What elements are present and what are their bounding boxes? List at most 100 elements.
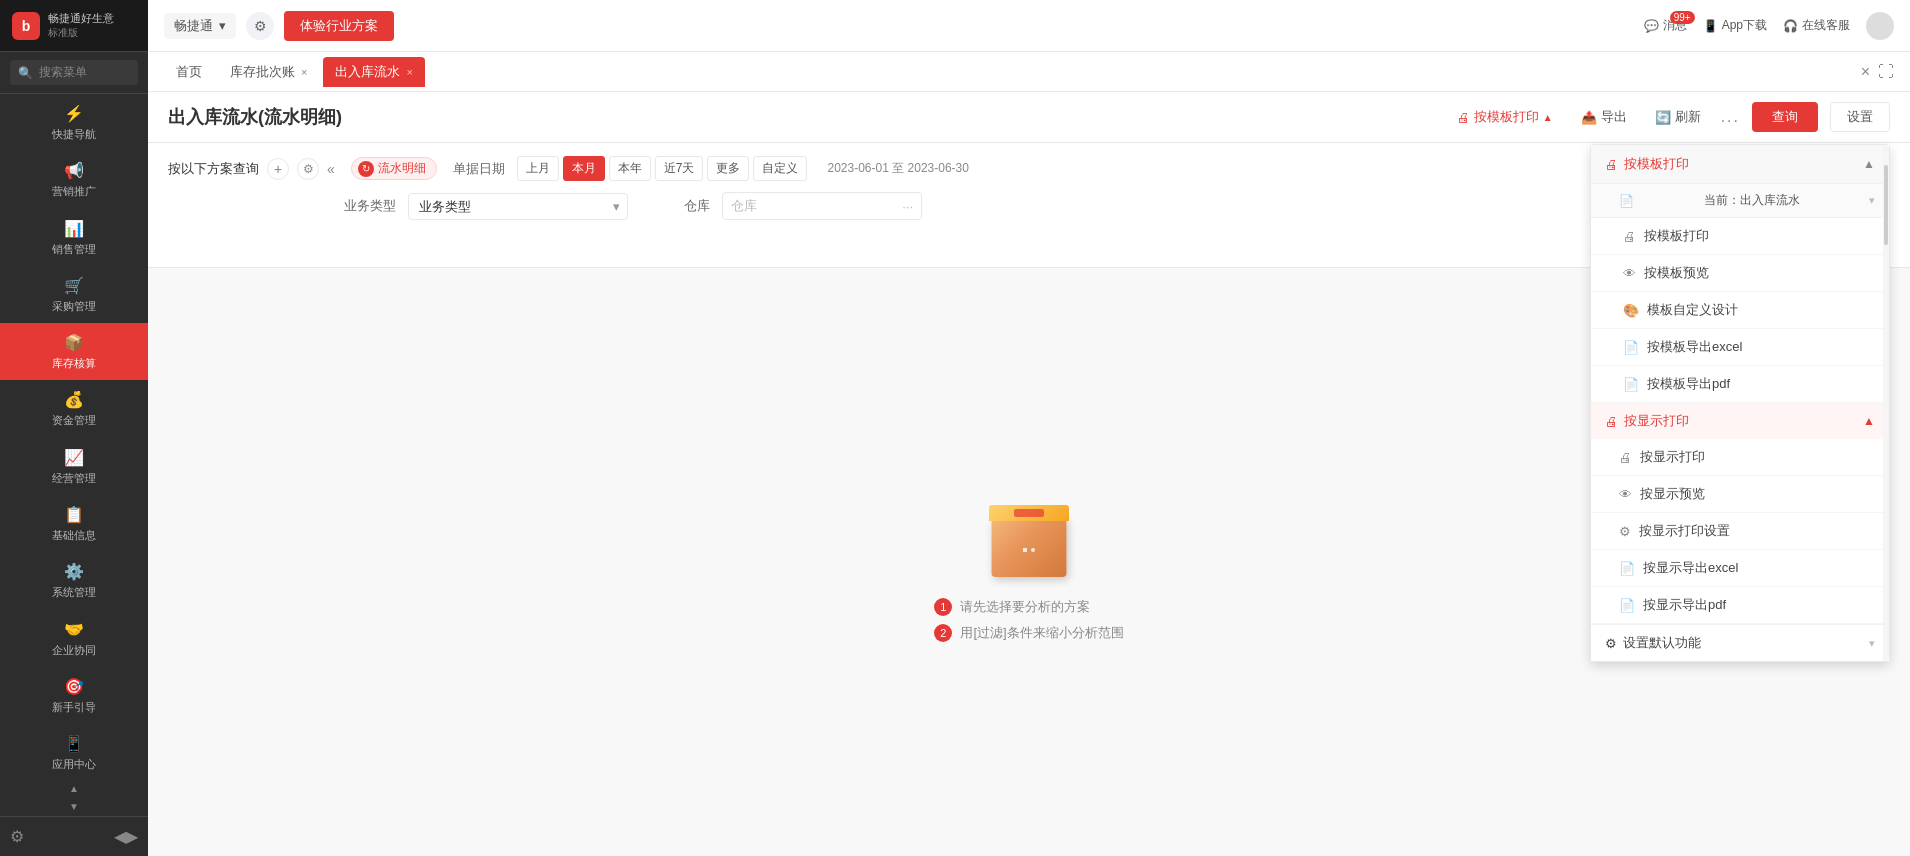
enterprise-icon: 🤝 [64, 620, 84, 639]
filter-date-this-month[interactable]: 本月 [563, 156, 605, 181]
message-icon: 💬 [1644, 19, 1659, 33]
tab-flow-label: 出入库流水 [335, 63, 400, 81]
page-content: 出入库流水(流水明细) 🖨 按模板打印 ▲ 📤 导出 🔄 刷新 ... 查询 设… [148, 92, 1910, 856]
dropdown-template-excel[interactable]: 📄 按模板导出excel [1591, 329, 1889, 366]
sidebar-item-sales[interactable]: 📊 销售管理 [0, 209, 148, 266]
dropdown-template-print[interactable]: 🖨 按模板打印 [1591, 218, 1889, 255]
print-btn[interactable]: 🖨 按模板打印 ▲ [1449, 104, 1561, 130]
dropdown-current-template[interactable]: 📄 当前：出入库流水 ▾ [1591, 184, 1889, 218]
tab-home[interactable]: 首页 [164, 57, 214, 87]
window-maximize-btn[interactable]: ⛶ [1878, 63, 1894, 81]
template-custom-icon: 🎨 [1623, 303, 1639, 318]
filter-date-last-month[interactable]: 上月 [517, 156, 559, 181]
sidebar-item-purchase-label: 采购管理 [52, 299, 96, 313]
tab-batch[interactable]: 库存批次账 × [218, 57, 319, 87]
dropdown-display-pdf[interactable]: 📄 按显示导出pdf [1591, 587, 1889, 624]
template-print-icon: 🖨 [1623, 229, 1636, 244]
sidebar-item-basic[interactable]: 📋 基础信息 [0, 495, 148, 552]
search-icon: 🔍 [18, 66, 33, 80]
sidebar-item-purchase[interactable]: 🛒 采购管理 [0, 266, 148, 323]
dropdown-template-custom[interactable]: 🎨 模板自定义设计 [1591, 292, 1889, 329]
collapse-icon[interactable]: ◀▶ [114, 827, 138, 846]
box-eye-left [1023, 548, 1027, 552]
warehouse-input[interactable]: 仓库 ··· [722, 192, 922, 220]
online-service-btn[interactable]: 🎧 在线客服 [1783, 17, 1850, 34]
dropdown-display-settings[interactable]: ⚙ 按显示打印设置 [1591, 513, 1889, 550]
sidebar-item-marketing-label: 营销推广 [52, 184, 96, 198]
sidebar-scroll-up[interactable]: ▲ [69, 784, 79, 794]
filter-tag-flow[interactable]: ↻ 流水明细 [351, 157, 437, 180]
filter-date-buttons: 上月 本月 本年 近7天 更多 自定义 [517, 156, 808, 181]
headset-icon: 🎧 [1783, 19, 1798, 33]
mobile-icon: 📱 [1703, 19, 1718, 33]
sidebar-item-enterprise[interactable]: 🤝 企业协同 [0, 610, 148, 667]
filter-add-btn[interactable]: + [267, 158, 289, 180]
refresh-icon: 🔄 [1655, 110, 1671, 125]
filter-date-custom[interactable]: 自定义 [753, 156, 807, 181]
dropdown-template-pdf[interactable]: 📄 按模板导出pdf [1591, 366, 1889, 403]
purchase-icon: 🛒 [64, 276, 84, 295]
dropdown-header-chevron[interactable]: ▲ [1863, 157, 1875, 171]
filter-date-more[interactable]: 更多 [707, 156, 749, 181]
empty-state: 1 请先选择要分析的方案 2 用[过滤]条件来缩小分析范围 [934, 482, 1123, 642]
tab-batch-close[interactable]: × [301, 66, 307, 78]
topbar-gear-btn[interactable]: ⚙ [246, 12, 274, 40]
window-close-btn[interactable]: × [1861, 63, 1870, 81]
user-avatar[interactable] [1866, 12, 1894, 40]
tab-flow[interactable]: 出入库流水 × [323, 57, 424, 87]
query-btn[interactable]: 查询 [1752, 102, 1818, 132]
dropdown-display-print[interactable]: 🖨 按显示打印 [1591, 439, 1889, 476]
sidebar-scroll-down[interactable]: ▼ [69, 802, 79, 812]
filter-date-this-year[interactable]: 本年 [609, 156, 651, 181]
sidebar-item-system-label: 系统管理 [52, 585, 96, 599]
message-btn[interactable]: 💬 消息 99+ [1644, 17, 1687, 34]
refresh-btn[interactable]: 🔄 刷新 [1647, 104, 1709, 130]
app-version: 标准版 [48, 26, 114, 40]
sidebar-item-finance[interactable]: 💰 资金管理 [0, 380, 148, 437]
sidebar-item-newbie[interactable]: 🎯 新手引导 [0, 667, 148, 724]
sidebar-item-inventory[interactable]: 📦 库存核算 [0, 323, 148, 380]
settings-icon[interactable]: ⚙ [10, 827, 24, 846]
dropdown-display-excel[interactable]: 📄 按显示导出excel [1591, 550, 1889, 587]
inventory-icon: 📦 [64, 333, 84, 352]
sidebar-item-appcenter[interactable]: 📱 应用中心 [0, 724, 148, 780]
filter-warehouse-area: 仓库 仓库 ··· [684, 192, 922, 220]
template-print-label: 按模板打印 [1644, 227, 1709, 245]
dropdown-scrollbar[interactable] [1883, 145, 1889, 661]
type-select[interactable]: 业务类型 [408, 193, 628, 220]
step-1-num: 1 [934, 598, 952, 616]
sidebar-item-quicknav[interactable]: ⚡ 快捷导航 [0, 94, 148, 151]
dropdown-display-preview[interactable]: 👁 按显示预览 [1591, 476, 1889, 513]
warehouse-placeholder: 仓库 [731, 197, 902, 215]
filter-gear-btn[interactable]: ⚙ [297, 158, 319, 180]
dropdown-template-preview[interactable]: 👁 按模板预览 [1591, 255, 1889, 292]
sidebar-item-operation[interactable]: 📈 经营管理 [0, 438, 148, 495]
export-btn[interactable]: 📤 导出 [1573, 104, 1635, 130]
dropdown-footer[interactable]: ⚙ 设置默认功能 ▾ [1591, 625, 1889, 661]
more-btn[interactable]: ... [1721, 108, 1740, 126]
sidebar-item-marketing[interactable]: 📢 营销推广 [0, 151, 148, 208]
message-badge: 99+ [1670, 11, 1695, 24]
dropdown-header: 🖨 按模板打印 ▲ [1591, 145, 1889, 184]
industry-solution-btn[interactable]: 体验行业方案 [284, 11, 394, 41]
print-chevron-icon: ▲ [1543, 112, 1553, 123]
dropdown-display-header[interactable]: 🖨 按显示打印 ▲ [1591, 403, 1889, 439]
filter-settings-icon: ⚙ [303, 162, 314, 176]
sidebar-search-btn[interactable]: 🔍 搜索菜单 [10, 60, 138, 85]
app-download-btn[interactable]: 📱 App下载 [1703, 17, 1767, 34]
sidebar-item-system[interactable]: ⚙️ 系统管理 [0, 552, 148, 609]
sidebar-item-enterprise-label: 企业协同 [52, 643, 96, 657]
sales-icon: 📊 [64, 219, 84, 238]
sidebar-bottom: ⚙ ◀▶ [0, 816, 148, 856]
filter-collapse-btn[interactable]: « [327, 161, 335, 177]
plus-icon: + [274, 161, 282, 177]
empty-illustration [979, 482, 1079, 582]
filter-date-last7[interactable]: 近7天 [655, 156, 704, 181]
topbar-left: 畅捷通 ▾ ⚙ 体验行业方案 [164, 11, 1632, 41]
tab-flow-close[interactable]: × [406, 66, 412, 78]
topbar-right: 💬 消息 99+ 📱 App下载 🎧 在线客服 [1644, 12, 1894, 40]
company-selector[interactable]: 畅捷通 ▾ [164, 13, 236, 39]
marketing-icon: 📢 [64, 161, 84, 180]
settings-btn[interactable]: 设置 [1830, 102, 1890, 132]
system-icon: ⚙️ [64, 562, 84, 581]
